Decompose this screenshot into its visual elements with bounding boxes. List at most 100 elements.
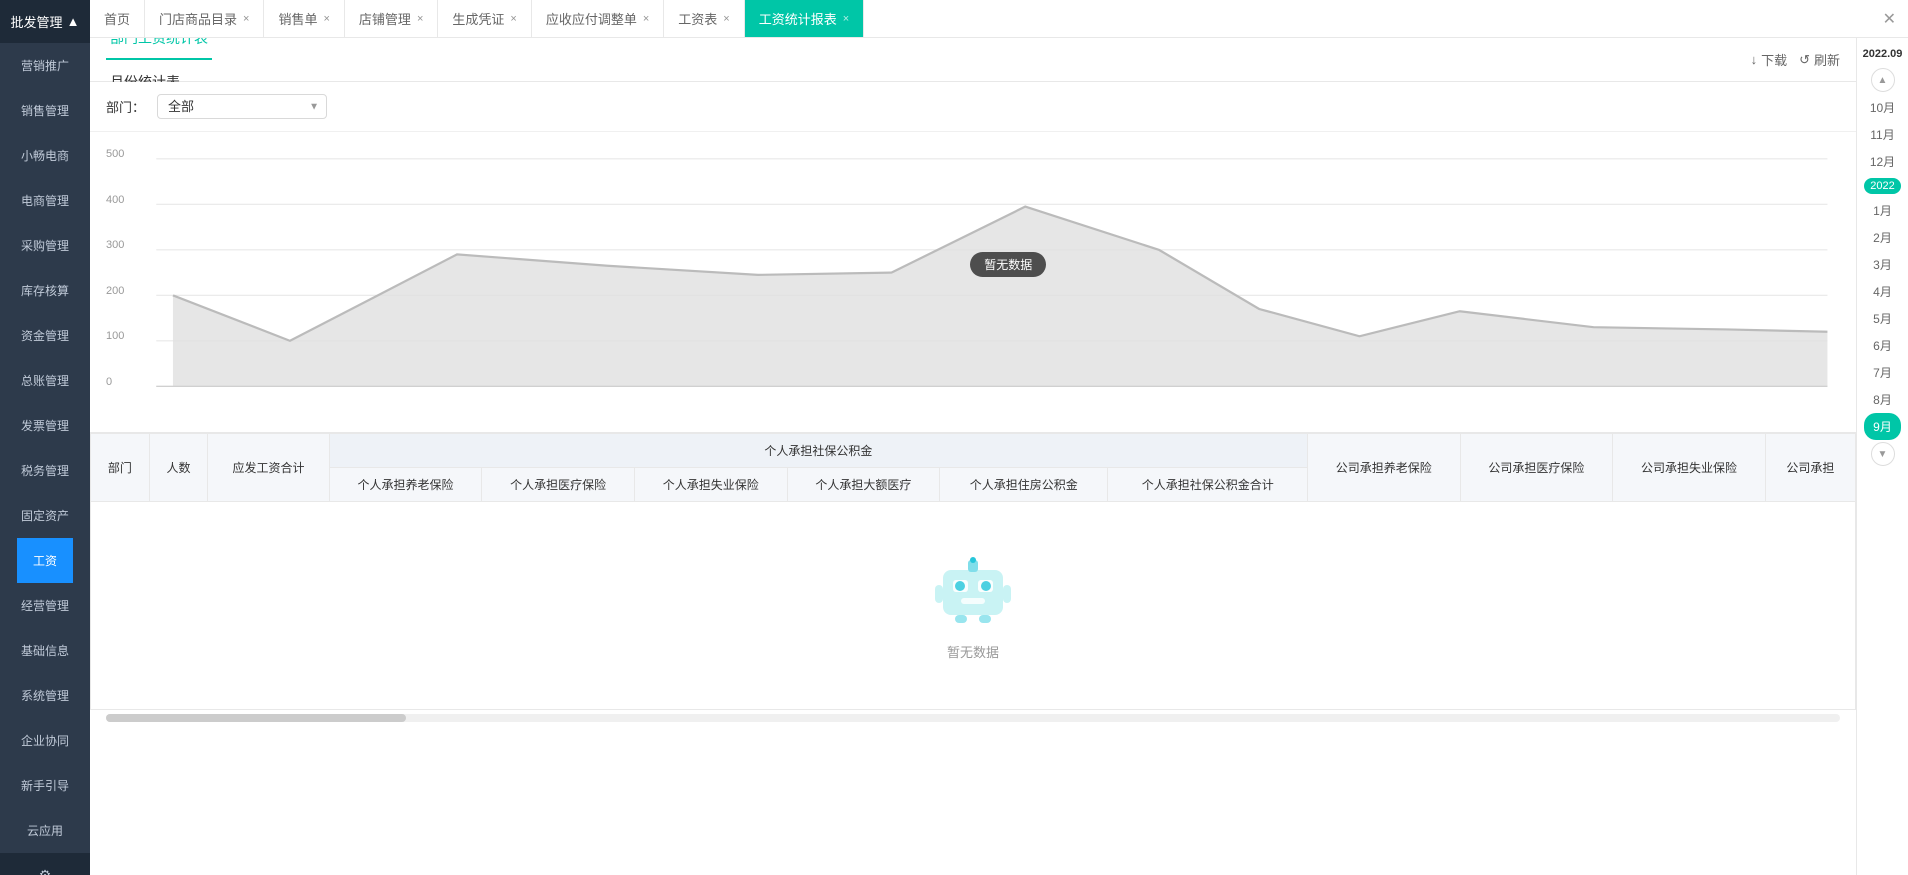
tab-店铺管理[interactable]: 店铺管理 ×	[345, 0, 438, 38]
tab-label: 工资表	[678, 9, 717, 28]
page-content: 部门工资统计表月份统计表 ↓ 下载 ↺ 刷新 部门： 全部销售部财务部人事部技术…	[90, 38, 1856, 875]
sidebar-item-工资[interactable]: 工资	[17, 538, 73, 583]
tab-label: 店铺管理	[359, 9, 411, 28]
sidebar-item-税务管理[interactable]: 税务管理	[17, 448, 73, 493]
col-company-unemployment: 公司承担失业保险	[1613, 434, 1766, 502]
time-month-11月[interactable]: 11月	[1864, 121, 1900, 148]
tab-close-btn[interactable]: ×	[843, 13, 849, 25]
year-label: 2022	[1864, 178, 1900, 194]
col-personal-housing: 个人承担住房公积金	[940, 468, 1108, 502]
time-panel-header: 2022.09	[1861, 42, 1905, 66]
sidebar-item-固定资产[interactable]: 固定资产	[17, 493, 73, 538]
time-month-1月[interactable]: 1月	[1864, 197, 1900, 224]
settings-icon: ⚙	[39, 867, 52, 875]
refresh-icon: ↺	[1799, 52, 1810, 68]
time-nav-up[interactable]: ▲	[1871, 68, 1895, 92]
sidebar-item-新手引导[interactable]: 新手引导	[17, 763, 73, 808]
sub-tabs: 部门工资统计表月份统计表 ↓ 下载 ↺ 刷新	[90, 38, 1856, 82]
sidebar-header[interactable]: 批发管理 ▲	[0, 0, 90, 43]
tab-销售单[interactable]: 销售单 ×	[264, 0, 344, 38]
tab-label: 销售单	[278, 9, 317, 28]
col-personal-major-medical: 个人承担大额医疗	[787, 468, 940, 502]
empty-row: 暂无数据	[91, 502, 1856, 710]
tab-label: 生成凭证	[452, 9, 504, 28]
tab-close-btn[interactable]: ×	[723, 13, 729, 25]
sidebar-item-小畅电商[interactable]: 小畅电商	[17, 133, 73, 178]
time-panel: 2022.09 ▲ 10月11月12月 2022 1月2月3月4月5月6月7月8月9…	[1856, 38, 1908, 875]
tab-close-btn[interactable]: ×	[643, 13, 649, 25]
col-salary-total: 应发工资合计	[208, 434, 329, 502]
sidebar-footer[interactable]: ⚙	[0, 853, 90, 875]
time-month-4月[interactable]: 4月	[1864, 278, 1900, 305]
sub-tab-部门工资统计表[interactable]: 部门工资统计表	[106, 38, 212, 60]
sidebar-item-基础信息[interactable]: 基础信息	[17, 628, 73, 673]
time-month-8月[interactable]: 8月	[1864, 386, 1900, 413]
sidebar-item-总账管理[interactable]: 总账管理	[17, 358, 73, 403]
sidebar-item-发票管理[interactable]: 发票管理	[17, 403, 73, 448]
download-label: 下载	[1761, 50, 1787, 69]
content-area: 部门工资统计表月份统计表 ↓ 下载 ↺ 刷新 部门： 全部销售部财务部人事部技术…	[90, 38, 1908, 875]
time-month-3月[interactable]: 3月	[1864, 251, 1900, 278]
sidebar-header-arrow: ▲	[67, 14, 80, 29]
sidebar-item-采购管理[interactable]: 采购管理	[17, 223, 73, 268]
time-month-2月[interactable]: 2月	[1864, 224, 1900, 251]
tab-首页[interactable]: 首页	[90, 0, 145, 38]
col-group-personal: 个人承担社保公积金	[329, 434, 1307, 468]
dept-select-wrapper: 全部销售部财务部人事部技术部 ▼	[157, 94, 327, 119]
col-personal-pension: 个人承担养老保险	[329, 468, 482, 502]
main-area: 首页门店商品目录×销售单×店铺管理×生成凭证×应收应付调整单×工资表×工资统计报…	[90, 0, 1908, 875]
col-dept: 部门	[91, 434, 150, 502]
download-button[interactable]: ↓ 下载	[1751, 50, 1788, 69]
sidebar-item-库存核算[interactable]: 库存核算	[17, 268, 73, 313]
close-all-button[interactable]: ✕	[1871, 9, 1908, 29]
col-company-medical: 公司承担医疗保险	[1460, 434, 1613, 502]
table-scrollbar[interactable]	[106, 714, 1840, 722]
sidebar-item-资金管理[interactable]: 资金管理	[17, 313, 73, 358]
sidebar-item-电商管理[interactable]: 电商管理	[17, 178, 73, 223]
tab-门店商品目录[interactable]: 门店商品目录 ×	[145, 0, 264, 38]
refresh-label: 刷新	[1814, 50, 1840, 69]
tab-生成凭证[interactable]: 生成凭证 ×	[438, 0, 531, 38]
tab-label: 工资统计报表	[759, 9, 837, 28]
data-table: 部门 人数 应发工资合计 个人承担社保公积金 公司承担养老保险 公司承担医疗保险…	[90, 433, 1856, 710]
tab-应收应付调整单[interactable]: 应收应付调整单 ×	[532, 0, 664, 38]
chart-container: 500 400 300 200 100 0 暂无数据	[90, 132, 1856, 432]
empty-text: 暂无数据	[947, 642, 999, 661]
col-personal-unemployment: 个人承担失业保险	[634, 468, 787, 502]
tab-工资表[interactable]: 工资表 ×	[664, 0, 744, 38]
sidebar-item-销售管理[interactable]: 销售管理	[17, 88, 73, 133]
sidebar-item-营销推广[interactable]: 营销推广	[17, 43, 73, 88]
time-month-12月[interactable]: 12月	[1864, 148, 1900, 175]
time-month-7月[interactable]: 7月	[1864, 359, 1900, 386]
sidebar-item-企业协同[interactable]: 企业协同	[17, 718, 73, 763]
tab-close-btn[interactable]: ×	[323, 13, 329, 25]
download-icon: ↓	[1751, 52, 1758, 67]
time-month-9月[interactable]: 9月	[1864, 413, 1900, 440]
tab-close-btn[interactable]: ×	[510, 13, 516, 25]
time-month-6月[interactable]: 6月	[1864, 332, 1900, 359]
dept-select[interactable]: 全部销售部财务部人事部技术部	[157, 94, 327, 119]
tab-label: 门店商品目录	[159, 9, 237, 28]
col-headcount: 人数	[149, 434, 208, 502]
col-personal-medical: 个人承担医疗保险	[482, 468, 635, 502]
col-company-pension: 公司承担养老保险	[1308, 434, 1461, 502]
time-nav-down[interactable]: ▼	[1871, 442, 1895, 466]
tab-label: 首页	[104, 9, 130, 28]
time-month-10月[interactable]: 10月	[1864, 94, 1900, 121]
refresh-button[interactable]: ↺ 刷新	[1799, 50, 1840, 69]
sidebar-item-经营管理[interactable]: 经营管理	[17, 583, 73, 628]
sidebar-item-系统管理[interactable]: 系统管理	[17, 673, 73, 718]
empty-robot-icon	[933, 550, 1013, 630]
tab-工资统计报表[interactable]: 工资统计报表 ×	[745, 0, 864, 38]
tab-close-btn[interactable]: ×	[243, 13, 249, 25]
time-month-5月[interactable]: 5月	[1864, 305, 1900, 332]
tab-close-btn[interactable]: ×	[417, 13, 423, 25]
col-company-other: 公司承担	[1765, 434, 1855, 502]
empty-state: 暂无数据	[101, 510, 1845, 701]
tab-label: 应收应付调整单	[546, 9, 637, 28]
sidebar-item-云应用[interactable]: 云应用	[17, 808, 73, 853]
table-wrapper[interactable]: 部门 人数 应发工资合计 个人承担社保公积金 公司承担养老保险 公司承担医疗保险…	[90, 432, 1856, 875]
chart-svg	[106, 148, 1840, 408]
filter-bar: 部门： 全部销售部财务部人事部技术部 ▼	[90, 82, 1856, 132]
dept-label: 部门：	[106, 97, 145, 116]
